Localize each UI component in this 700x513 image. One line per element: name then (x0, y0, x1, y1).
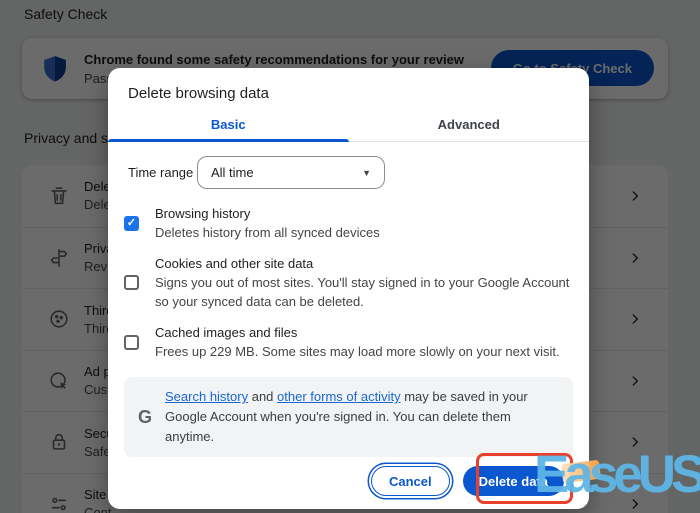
other-activity-link[interactable]: other forms of activity (277, 389, 401, 404)
chevron-down-icon: ▼ (362, 167, 371, 178)
time-range-label: Time range (128, 165, 194, 180)
time-range-value: All time (211, 165, 254, 180)
option-title: Browsing history (155, 206, 251, 221)
cancel-button[interactable]: Cancel (370, 466, 450, 496)
option-description: Deletes history from all synced devices (155, 225, 380, 240)
dialog-title: Delete browsing data (128, 85, 269, 102)
option-description: Frees up 229 MB. Some sites may load mor… (155, 344, 560, 359)
option-cookies[interactable]: Cookies and other site data Signs you ou… (124, 254, 573, 311)
tab-advanced[interactable]: Advanced (349, 111, 590, 141)
option-title: Cached images and files (155, 325, 298, 340)
dialog-tabs: Basic Advanced (108, 111, 589, 142)
google-g-icon: G (138, 406, 153, 427)
google-account-note: G Search history and other forms of acti… (124, 377, 573, 457)
search-history-link[interactable]: Search history (165, 389, 248, 404)
time-range-select[interactable]: All time ▼ (197, 156, 385, 189)
active-tab-indicator (108, 139, 349, 142)
annotation-highlight-box (476, 453, 573, 504)
option-title: Cookies and other site data (155, 256, 314, 271)
tab-basic[interactable]: Basic (108, 111, 349, 141)
browsing-history-checkbox[interactable]: ✓ (124, 215, 139, 231)
cached-files-checkbox[interactable] (124, 334, 139, 350)
note-conjunction: and (248, 389, 278, 404)
cookies-checkbox[interactable] (124, 275, 139, 290)
note-text: Search history and other forms of activi… (165, 387, 559, 447)
option-description: Signs you out of most sites. You'll stay… (155, 275, 570, 309)
screen: Safety Check Chrome found some safety re… (0, 0, 700, 513)
option-cached-files[interactable]: Cached images and files Frees up 229 MB.… (124, 323, 573, 361)
delete-browsing-data-dialog: Delete browsing data Basic Advanced Time… (108, 68, 589, 509)
option-browsing-history[interactable]: ✓ Browsing history Deletes history from … (124, 204, 573, 242)
